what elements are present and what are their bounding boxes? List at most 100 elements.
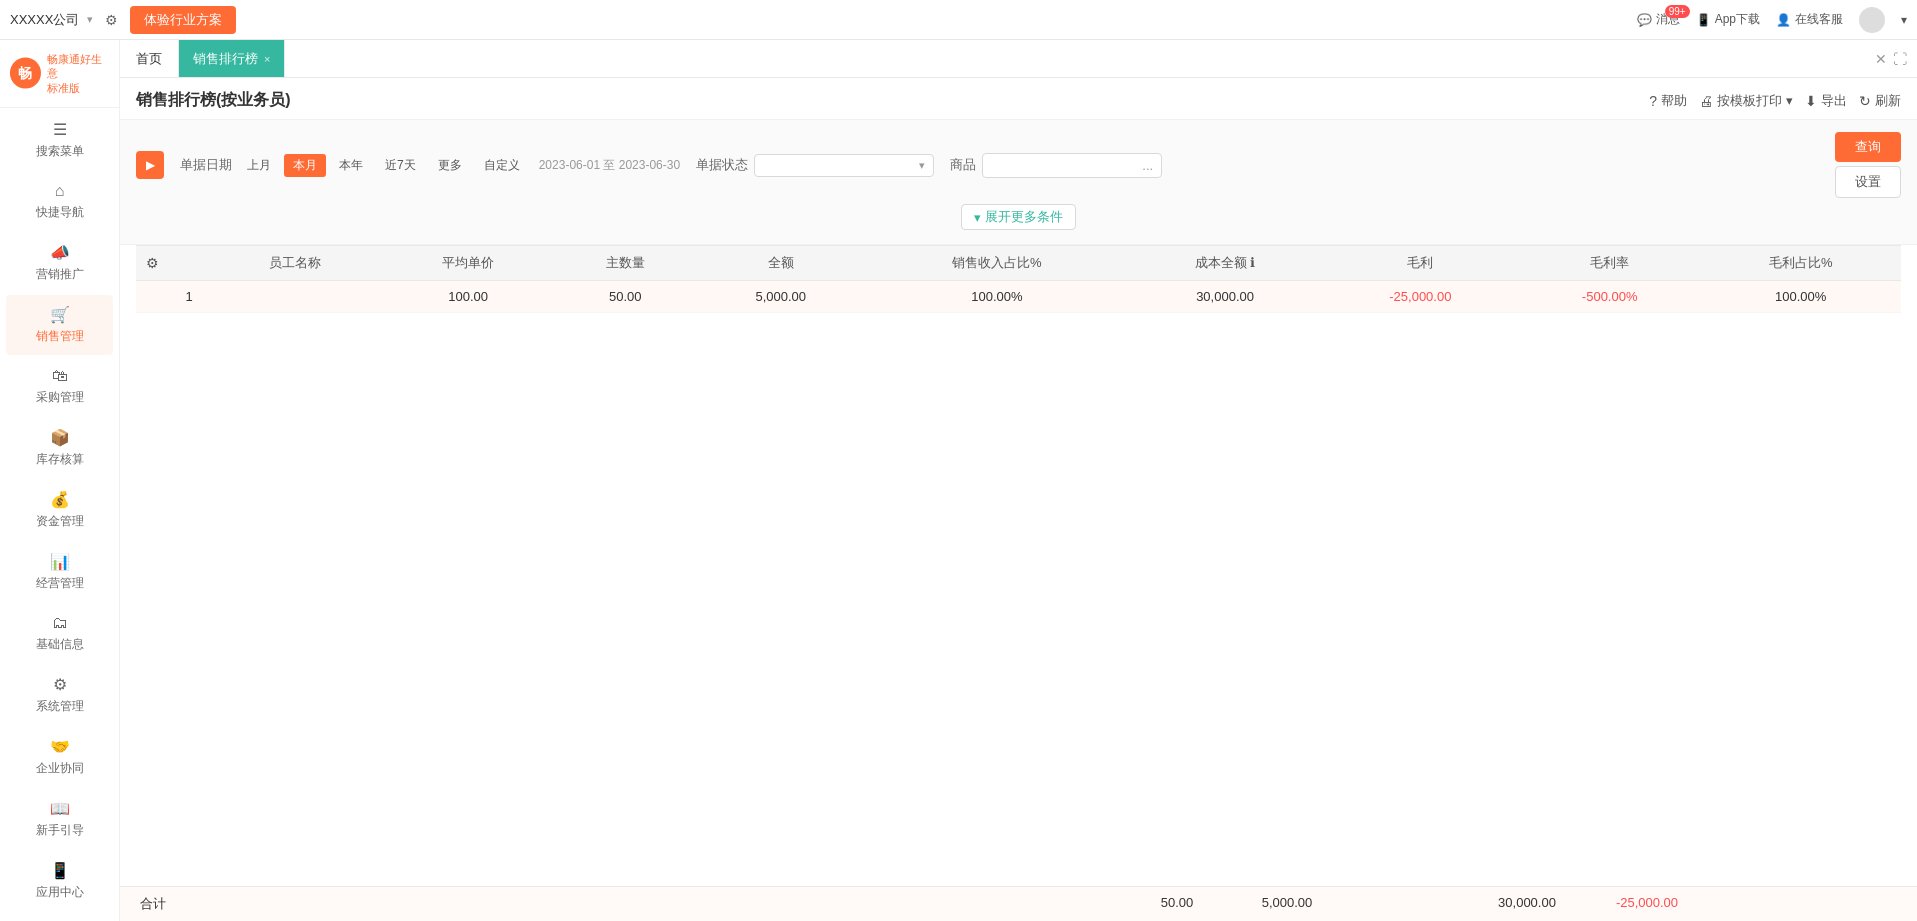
sidebar-item-finance[interactable]: 💰 资金管理: [6, 480, 113, 540]
table-cell-8: -25,000.00: [1322, 281, 1519, 313]
message-badge: 99+: [1665, 5, 1690, 18]
expand-more-btn[interactable]: ▾ 展开更多条件: [961, 204, 1076, 230]
app-download-icon: 📱: [1696, 13, 1711, 27]
footer-total-amount: 5,000.00: [1227, 895, 1347, 913]
sidebar-item-inventory[interactable]: 📦 库存核算: [6, 418, 113, 478]
footer-sales-ratio: [1347, 895, 1467, 913]
th-settings-icon[interactable]: ⚙: [146, 255, 159, 271]
sidebar-label-quick-nav: 快捷导航: [36, 204, 84, 221]
print-btn[interactable]: 🖨 按模板打印 ▾: [1699, 92, 1793, 110]
sidebar-item-app-center[interactable]: 📱 应用中心: [6, 851, 113, 911]
query-btn[interactable]: 查询: [1835, 132, 1901, 162]
date-tab-本年[interactable]: 本年: [330, 154, 372, 177]
goods-filter-label: 商品: [950, 156, 976, 174]
goods-input[interactable]: ...: [982, 153, 1162, 178]
btn-group-right: 查询 设置: [1835, 132, 1901, 198]
sidebar-icon-guide: 📖: [50, 799, 70, 818]
app-download-btn[interactable]: 📱 App下载: [1696, 11, 1760, 28]
filter-collapse-btn[interactable]: ▶: [136, 151, 164, 179]
footer-gross-rate: [1707, 895, 1807, 913]
tab-restore-action-icon[interactable]: ⛶: [1893, 51, 1907, 67]
table-cell-2: [209, 281, 382, 313]
sidebar-label-sales: 销售管理: [36, 328, 84, 345]
goods-filter-item: 商品 ...: [950, 153, 1162, 178]
company-dropdown-icon[interactable]: ▾: [87, 13, 93, 26]
th-sales-ratio: 销售收入占比%: [865, 246, 1128, 281]
refresh-icon: ↻: [1859, 93, 1871, 109]
sidebar-item-enterprise-wechat[interactable]: 💬 企业微信: [6, 913, 113, 921]
date-tabs: 上月本月本年近7天更多自定义: [238, 154, 529, 177]
th-avg-price: 平均单价: [382, 246, 555, 281]
header-right: 💬 消息 99+ 📱 App下载 👤 在线客服 ▾: [1637, 7, 1907, 33]
table-cell-0: [136, 281, 169, 313]
refresh-btn[interactable]: ↻ 刷新: [1859, 92, 1901, 110]
header-settings-icon[interactable]: ⚙: [101, 8, 122, 32]
sidebar-icon-quick-nav: ⌂: [55, 182, 65, 200]
date-tab-近7天[interactable]: 近7天: [376, 154, 425, 177]
status-filter-label: 单据状态: [696, 156, 748, 174]
help-icon: ?: [1649, 93, 1657, 109]
tab-bar: 首页 销售排行榜 × ✕ ⛶: [120, 40, 1917, 78]
th-gross-profit: 毛利: [1322, 246, 1519, 281]
th-employee: 员工名称: [209, 246, 382, 281]
footer-avg-price: [1027, 895, 1127, 913]
print-dropdown-icon[interactable]: ▾: [1786, 93, 1793, 108]
user-avatar[interactable]: [1859, 7, 1885, 33]
sidebar: 畅 畅康通好生意 标准版 ☰ 搜索菜单 ⌂ 快捷导航 📣 营销推广 🛒 销售管理…: [0, 40, 120, 921]
message-btn[interactable]: 💬 消息 99+: [1637, 11, 1680, 28]
date-filter-label: 单据日期: [180, 156, 232, 174]
message-icon: 💬: [1637, 13, 1652, 27]
tab-sales-ranking[interactable]: 销售排行榜 ×: [179, 40, 285, 77]
footer-cost-amount: 30,000.00: [1467, 895, 1587, 913]
sidebar-item-basic-info[interactable]: 🗂 基础信息: [6, 604, 113, 663]
print-label: 按模板打印: [1717, 92, 1782, 110]
table-cell-9: -500.00%: [1519, 281, 1701, 313]
export-label: 导出: [1821, 92, 1847, 110]
sidebar-item-purchase[interactable]: 🛍 采购管理: [6, 357, 113, 416]
date-tab-自定义[interactable]: 自定义: [475, 154, 529, 177]
help-btn[interactable]: ? 帮助: [1649, 92, 1687, 110]
online-service-label: 在线客服: [1795, 11, 1843, 28]
date-tab-更多[interactable]: 更多: [429, 154, 471, 177]
sidebar-item-sales[interactable]: 🛒 销售管理: [6, 295, 113, 355]
sidebar-icon-operations: 📊: [50, 552, 70, 571]
status-select[interactable]: ▾: [754, 154, 934, 177]
sidebar-label-system: 系统管理: [36, 698, 84, 715]
sidebar-label-cooperation: 企业协同: [36, 760, 84, 777]
trial-btn[interactable]: 体验行业方案: [130, 6, 236, 34]
tab-close-icon[interactable]: ×: [264, 53, 270, 65]
table-cell-3: 100.00: [382, 281, 555, 313]
footer-gross-ratio: [1807, 895, 1907, 913]
sidebar-item-system[interactable]: ⚙ 系统管理: [6, 665, 113, 725]
settings-btn[interactable]: 设置: [1835, 166, 1901, 198]
sidebar-icon-basic-info: 🗂: [52, 614, 68, 632]
sidebar-item-marketing[interactable]: 📣 营销推广: [6, 233, 113, 293]
company-name[interactable]: XXXXX公司: [10, 11, 79, 29]
goods-more-icon[interactable]: ...: [1142, 158, 1153, 173]
online-service-btn[interactable]: 👤 在线客服: [1776, 11, 1843, 28]
expand-more-row: ▾ 展开更多条件: [136, 198, 1901, 232]
table-row[interactable]: 1100.0050.005,000.00100.00%30,000.00-25,…: [136, 281, 1901, 313]
tab-home[interactable]: 首页: [120, 40, 179, 77]
svg-text:畅: 畅: [18, 66, 32, 81]
sidebar-label-purchase: 采购管理: [36, 389, 84, 406]
footer-main-qty: 50.00: [1127, 895, 1227, 913]
sidebar-item-search-order[interactable]: ☰ 搜索菜单: [6, 110, 113, 170]
sidebar-item-cooperation[interactable]: 🤝 企业协同: [6, 727, 113, 787]
page-title: 销售排行榜(按业务员): [136, 90, 291, 111]
table-settings-th[interactable]: ⚙: [136, 246, 169, 281]
logo-icon: 畅: [8, 55, 43, 91]
tab-close-action-icon[interactable]: ✕: [1875, 51, 1887, 67]
export-btn[interactable]: ⬇ 导出: [1805, 92, 1847, 110]
date-filter-item: 单据日期 上月本月本年近7天更多自定义 2023-06-01 至 2023-06…: [180, 154, 680, 177]
table-header: ⚙ 员工名称 平均单价 主数量 全额 销售收入占比% 成本全额 ℹ 毛利 毛: [136, 246, 1901, 281]
sidebar-item-guide[interactable]: 📖 新手引导: [6, 789, 113, 849]
sidebar-item-quick-nav[interactable]: ⌂ 快捷导航: [6, 172, 113, 231]
sidebar-icon-system: ⚙: [53, 675, 67, 694]
th-total-amount: 全额: [696, 246, 865, 281]
th-cost-amount: 成本全额 ℹ: [1128, 246, 1321, 281]
sidebar-item-operations[interactable]: 📊 经营管理: [6, 542, 113, 602]
user-name[interactable]: ▾: [1901, 13, 1907, 27]
date-tab-本月[interactable]: 本月: [284, 154, 326, 177]
date-tab-上月[interactable]: 上月: [238, 154, 280, 177]
